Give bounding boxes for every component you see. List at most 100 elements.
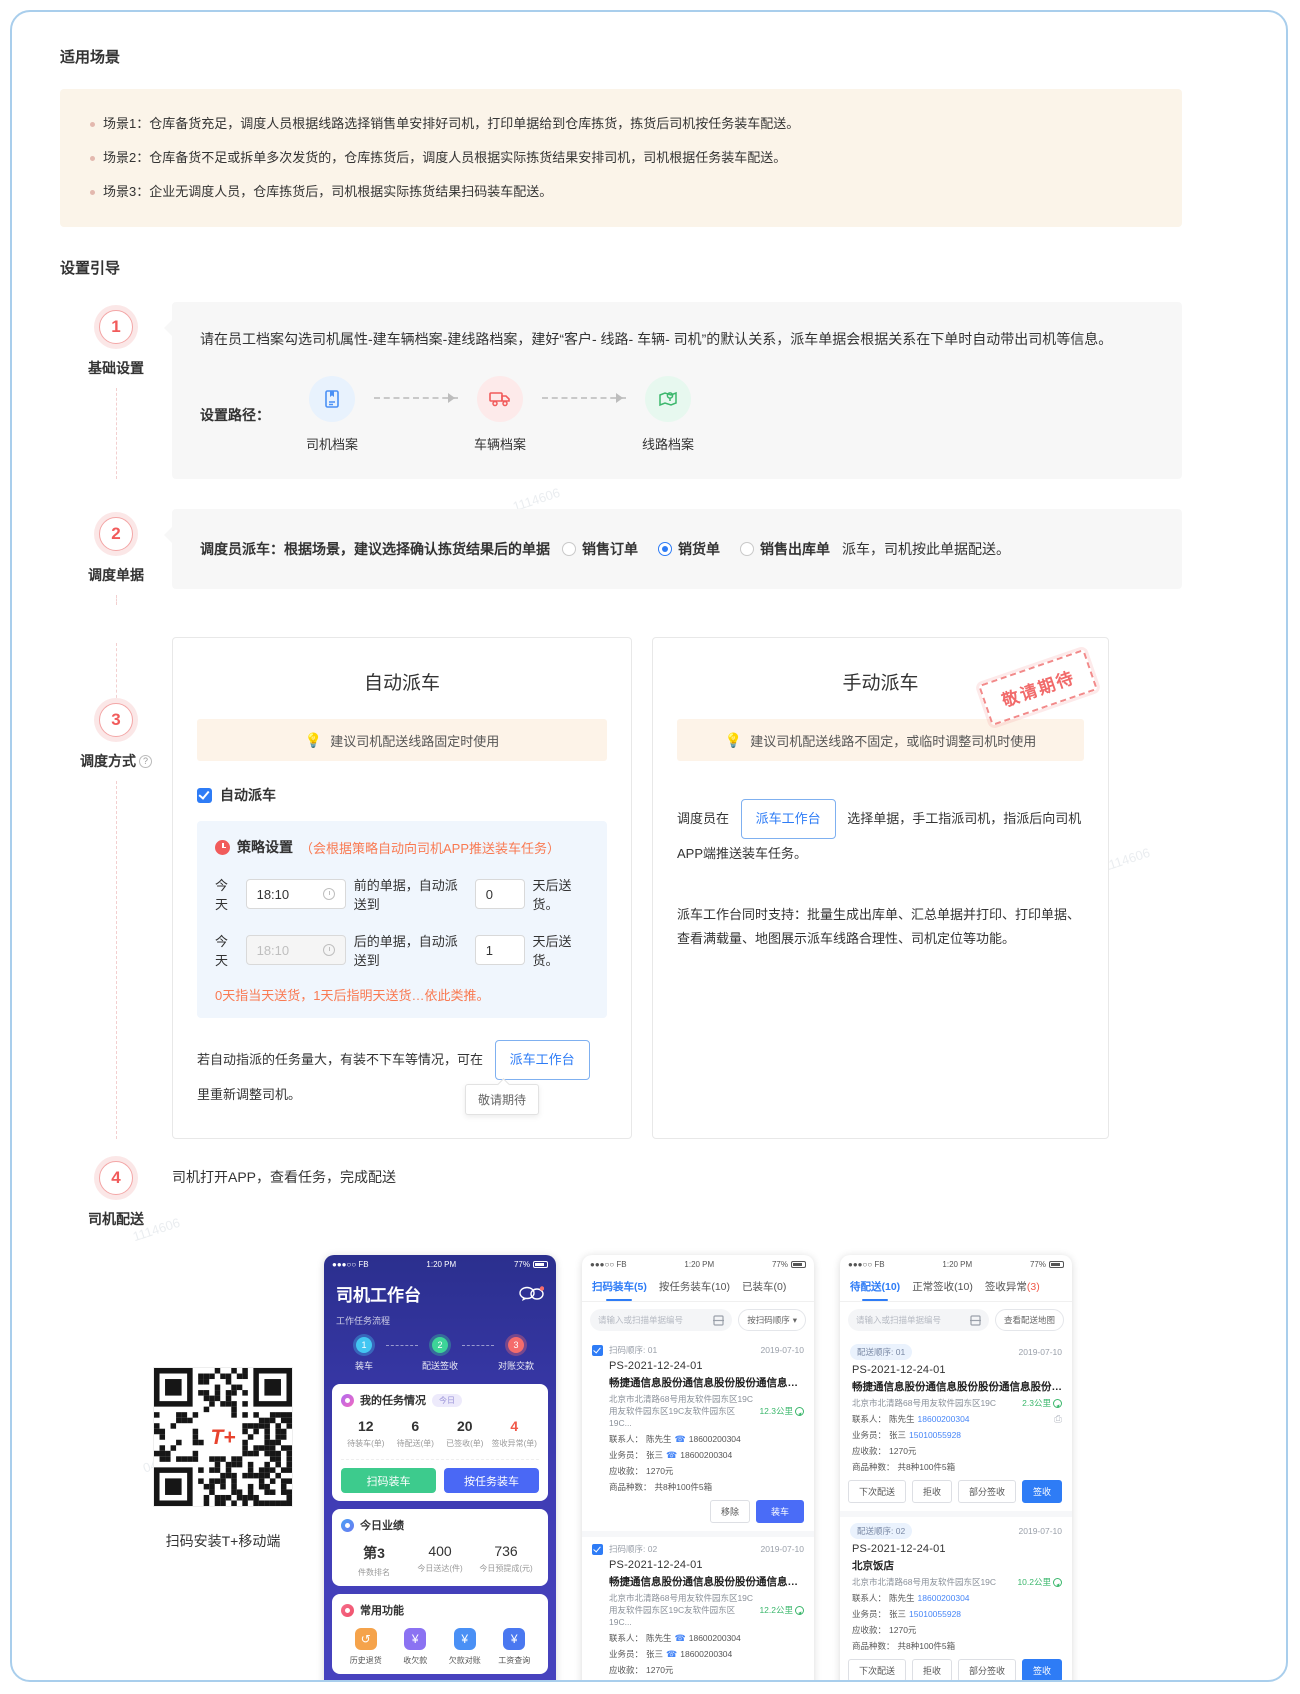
radio-outbound-order[interactable]: 销售出库单 [740,539,830,559]
address: 北京市北清路68号用友软件园东区19C用友软件园东区19C友软件园东区19C..… [609,1592,755,1628]
stat-signed: 20 已签收(单) [440,1418,490,1449]
navigate-icon[interactable] [1053,1578,1062,1587]
scan-sequence: 扫码顺序: 01 [609,1344,657,1356]
help-icon[interactable]: ? [139,755,152,768]
phone-icon[interactable]: ☎ [666,1450,677,1461]
tab-load-by-task[interactable]: 按任务装车(10) [659,1279,730,1301]
checkbox-checked-icon[interactable] [197,788,212,803]
dispatch-workbench-button[interactable]: 派车工作台 [495,1040,590,1080]
order-search-input[interactable]: 请输入或扫描单据编号 [590,1309,732,1331]
reject-button[interactable]: 拒收 [912,1659,952,1682]
tab-to-deliver[interactable]: 待配送(10) [850,1279,900,1301]
order-list[interactable]: 扫码顺序: 01 2019-07-10 PS-2021-12-24-01 畅捷通… [582,1338,814,1682]
time-input[interactable]: 18:10 [246,879,346,909]
order-date: 2019-07-10 [1019,1526,1062,1536]
func-salary-query[interactable]: ¥ 工资查询 [490,1628,540,1666]
delivery-card: 配送顺序: 02 2019-07-10 PS-2021-12-24-01 北京饭… [840,1517,1072,1682]
salesman-phone[interactable]: 18600200304 [680,1450,732,1460]
customer-name: 北京饭店 [852,1558,1062,1573]
scan-icon[interactable] [713,1315,724,1326]
contact-phone[interactable]: 18600200304 [689,1434,741,1444]
reject-button[interactable]: 拒收 [912,1480,952,1503]
battery-percent: 77% [514,1260,530,1269]
salesman-label: 业务员： [852,1608,886,1620]
tab-loaded[interactable]: 已装车(0) [742,1279,786,1301]
contact-phone[interactable]: 18600200304 [689,1633,741,1643]
partial-sign-button[interactable]: 部分签收 [958,1480,1016,1503]
radio-icon[interactable] [740,542,754,556]
order-checkbox[interactable] [592,1544,603,1555]
stat-to-load: 12 待装车(单) [341,1418,391,1449]
stat-delivered: 400 今日送达(件) [407,1543,473,1578]
scan-load-button[interactable]: 扫码装车 [341,1468,436,1493]
contact-phone[interactable]: 18600200304 [918,1593,970,1603]
salesman-phone[interactable]: 15010055928 [909,1430,961,1440]
contact-phone[interactable]: 18600200304 [918,1414,970,1424]
remove-button[interactable]: 移除 [710,1500,750,1523]
sign-button[interactable]: 签收 [1022,1480,1062,1503]
func-history-returns[interactable]: ↺ 历史退货 [341,1628,391,1666]
navigate-icon[interactable] [795,1606,804,1615]
load-button[interactable]: 装车 [756,1500,804,1523]
camera-icon[interactable]: ⎙ [1054,1414,1062,1425]
tab-sign-abnormal[interactable]: 签收异常(3) [985,1279,1040,1301]
distance: 10.2公里 [1017,1576,1062,1588]
navigate-icon[interactable] [795,1407,804,1416]
phone-icon[interactable]: ☎ [675,1434,686,1445]
next-delivery-button[interactable]: 下次配送 [848,1659,906,1682]
func-debt-reconcile[interactable]: ¥ 欠款对账 [440,1628,490,1666]
delivery-list[interactable]: 配送顺序: 01 2019-07-10 PS-2021-12-24-01 畅捷通… [840,1338,1072,1682]
partial-sign-button[interactable]: 部分签收 [958,1659,1016,1682]
scan-icon[interactable] [970,1315,981,1326]
step-label: 调度方式 ? [80,751,152,771]
sign-button[interactable]: 签收 [1022,1659,1062,1682]
order-number: PS-2021-12-24-01 [852,1364,1062,1376]
rule-note: 0天指当天送货，1天后指明天送货…依此类推。 [215,985,589,1004]
dispatch-workbench-button[interactable]: 派车工作台 [741,799,836,839]
load-by-task-button[interactable]: 按任务装车 [444,1468,539,1493]
goods-label: 商品种数： [852,1461,895,1473]
order-checkbox[interactable] [592,1345,603,1356]
auto-dispatch-card: 自动派车 💡 建议司机配送线路固定时使用 自动派车 策略设 [172,637,632,1139]
radio-icon[interactable] [562,542,576,556]
path-item-route: 线路档案 [632,376,704,453]
auto-dispatch-checkbox-row[interactable]: 自动派车 [197,785,607,805]
radio-sales-slip[interactable]: 销货单 [658,539,720,559]
radio-icon[interactable] [658,542,672,556]
strategy-panel: 策略设置 （会根据策略自动向司机APP推送装车任务） 今天 18:10 前的单据… [197,821,607,1018]
salesman-name: 张三 [646,1449,663,1461]
tab-signed-normal[interactable]: 正常签收(10) [912,1279,973,1301]
next-delivery-button[interactable]: 下次配送 [848,1480,906,1503]
radio-sales-order[interactable]: 销售订单 [562,539,638,559]
func-collect-debt[interactable]: ¥ 收欠款 [391,1628,441,1666]
view-delivery-map-button[interactable]: 查看配送地图 [995,1309,1064,1331]
path-item-label: 司机档案 [306,434,358,453]
order-search-input[interactable]: 请输入或扫描单据编号 [848,1309,989,1331]
salesman-label: 业务员： [852,1429,886,1441]
scenario-text: 场景3：企业无调度人员，仓库拣货后，司机根据实际拣货结果扫码装车配送。 [103,183,552,201]
days-input[interactable]: 0 [475,879,525,909]
days-value: 1 [486,943,493,958]
tab-scan-load[interactable]: 扫码装车(5) [592,1279,647,1301]
strategy-title: 策略设置 [237,837,293,857]
navigate-icon[interactable] [1053,1399,1062,1408]
step-label-text: 调度单据 [88,565,144,585]
functions-icon [341,1604,354,1617]
phone-icon[interactable]: ☎ [675,1633,686,1644]
stat-value: 4 [490,1418,540,1434]
step-number-badge: 4 [99,1161,133,1195]
salesman-phone[interactable]: 18600200304 [680,1649,732,1659]
rule-prefix: 今天 [215,875,238,913]
distance: 12.2公里 [759,1592,804,1628]
status-time: 1:20 PM [942,1260,972,1269]
bullet-dot-icon [90,156,95,161]
chat-bubbles-icon[interactable] [518,1286,544,1302]
step-label: 基础设置 [88,358,144,378]
stat-label: 今日预提成(元) [473,1563,539,1574]
phone-icon[interactable]: ☎ [666,1649,677,1660]
salesman-phone[interactable]: 15010055928 [909,1609,961,1619]
carrier-signal: ●●●○○ FB [332,1260,369,1269]
sort-order-dropdown[interactable]: 按扫码顺序 ▾ [738,1309,806,1331]
auto-tip-bar: 💡 建议司机配送线路固定时使用 [197,719,607,761]
days-input[interactable]: 1 [475,935,525,965]
